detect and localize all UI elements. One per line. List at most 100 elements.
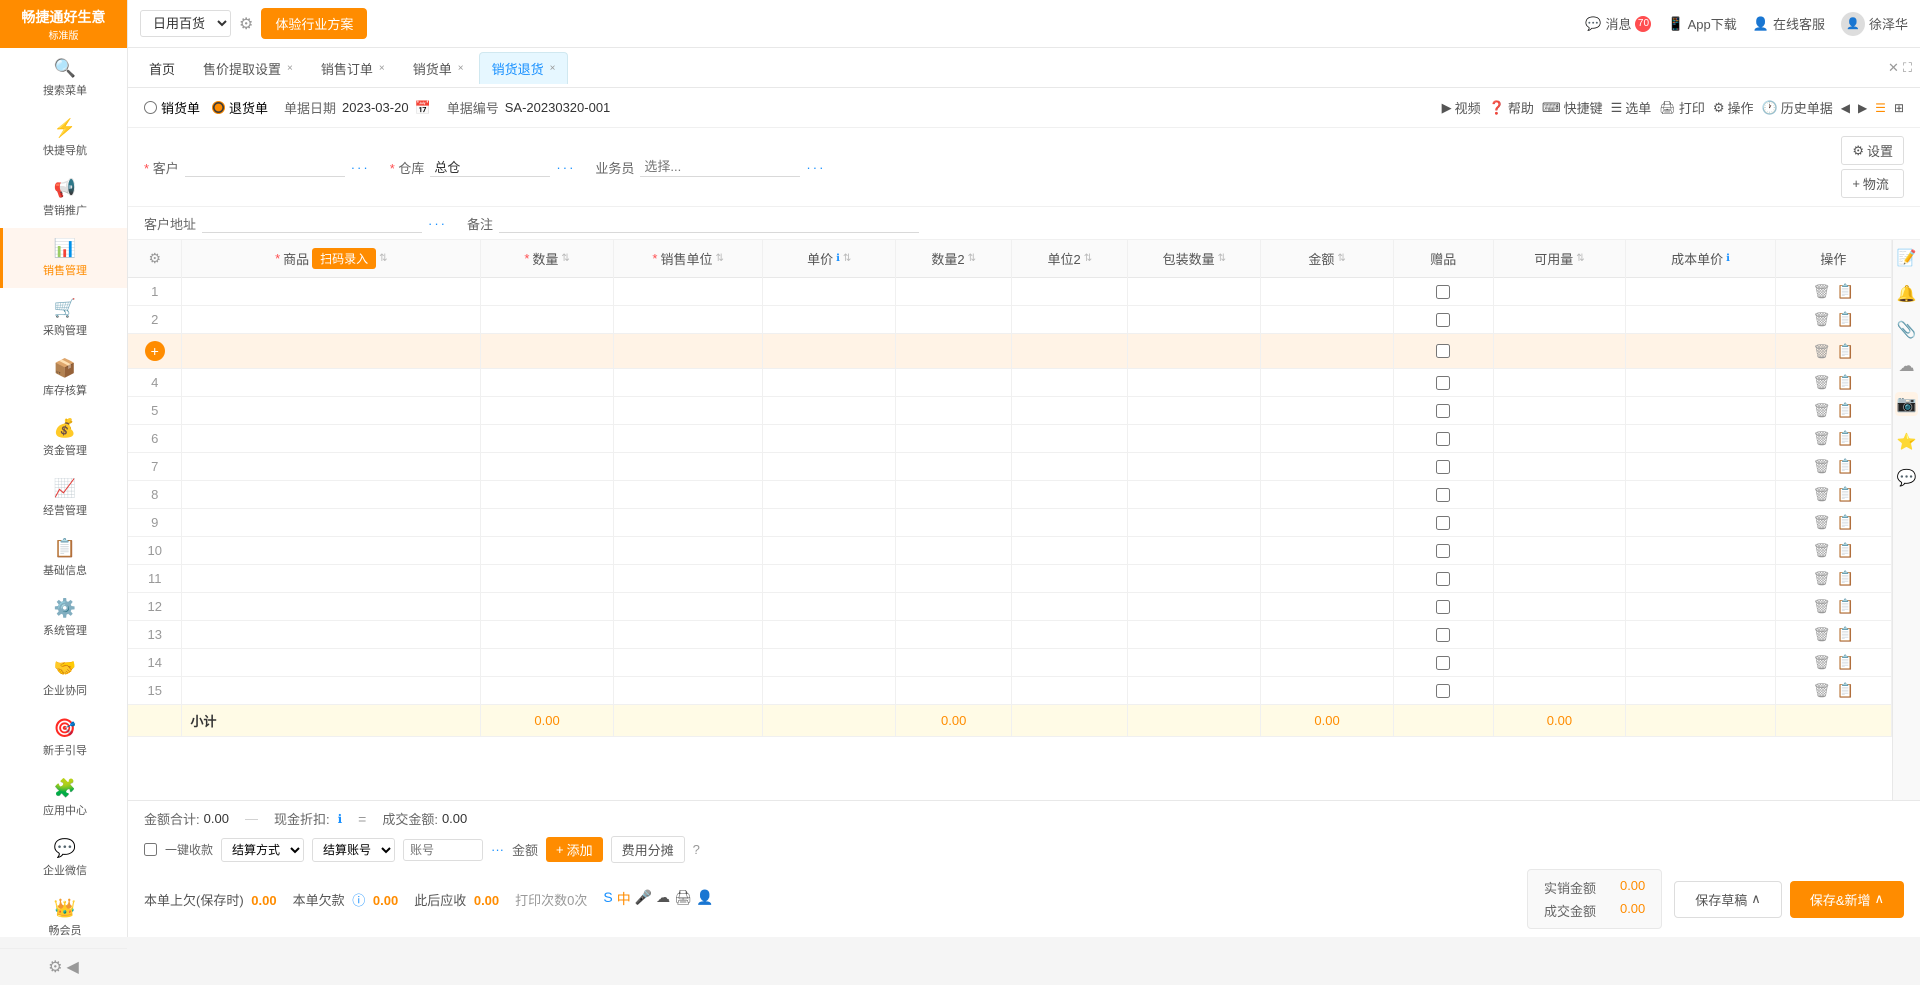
- address-input[interactable]: [202, 213, 422, 233]
- close-tab-sales-bill-icon[interactable]: ×: [458, 63, 464, 74]
- copy-row-icon[interactable]: 📋: [1837, 311, 1854, 328]
- tab-sales-bill[interactable]: 销货单 ×: [400, 52, 477, 84]
- collapse-icon[interactable]: ◀: [67, 957, 79, 977]
- amount-cell[interactable]: [1261, 306, 1394, 334]
- product-cell-active[interactable]: [182, 334, 481, 369]
- delete-row-icon[interactable]: 🗑: [1813, 570, 1831, 587]
- sidebar-item-member[interactable]: 👑 畅会员: [0, 888, 127, 948]
- copy-row-icon[interactable]: 📋: [1837, 598, 1854, 615]
- radio-sale-input[interactable]: [144, 101, 157, 114]
- panel-bell-icon[interactable]: 🔔: [1897, 284, 1917, 304]
- copy-row-icon[interactable]: 📋: [1837, 486, 1854, 503]
- tab-home[interactable]: 首页: [136, 52, 188, 84]
- copy-row-icon[interactable]: 📋: [1837, 402, 1854, 419]
- qty2-cell[interactable]: [896, 334, 1012, 369]
- delete-row-icon[interactable]: 🗑: [1813, 458, 1831, 475]
- col-pkg-sort[interactable]: ⇅: [1218, 253, 1226, 264]
- delete-row-icon[interactable]: 🗑: [1813, 402, 1831, 419]
- qty2-input[interactable]: [902, 284, 1005, 299]
- delete-row-icon[interactable]: 🗑: [1813, 626, 1831, 643]
- experience-button[interactable]: 体验行业方案: [261, 8, 367, 39]
- customer-dots[interactable]: ···: [351, 160, 370, 175]
- copy-row-icon[interactable]: 📋: [1837, 514, 1854, 531]
- delete-row-icon[interactable]: 🗑: [1813, 283, 1831, 300]
- fee-help-icon[interactable]: ?: [693, 842, 700, 857]
- pkg-cell[interactable]: [1128, 334, 1261, 369]
- calendar-icon[interactable]: 📅: [415, 100, 431, 116]
- copy-row-icon[interactable]: 📋: [1837, 654, 1854, 671]
- copy-row-icon[interactable]: 📋: [1837, 343, 1854, 360]
- copy-row-icon[interactable]: 📋: [1837, 374, 1854, 391]
- tab-sales-order[interactable]: 销售订单 ×: [308, 52, 398, 84]
- topbar-settings-icon[interactable]: ⚙: [239, 14, 253, 34]
- gift-checkbox[interactable]: [1436, 488, 1450, 502]
- tab-price-settings[interactable]: 售价提取设置 ×: [190, 52, 306, 84]
- gift-checkbox[interactable]: [1436, 544, 1450, 558]
- salesperson-dots[interactable]: ···: [806, 160, 825, 175]
- sidebar-item-collab[interactable]: 🤝 企业协同: [0, 648, 127, 708]
- sidebar-item-sales[interactable]: 📊 销售管理: [0, 228, 127, 288]
- available-input[interactable]: [1500, 284, 1620, 299]
- quantity-cell[interactable]: [481, 334, 614, 369]
- settings-bottom-icon[interactable]: ⚙: [48, 957, 62, 977]
- amount-cell[interactable]: [1261, 334, 1394, 369]
- copy-row-icon[interactable]: 📋: [1837, 283, 1854, 300]
- account-select[interactable]: 结算账号: [312, 838, 395, 862]
- unit-cell[interactable]: [613, 278, 762, 306]
- quantity-cell[interactable]: [481, 278, 614, 306]
- close-all-icon[interactable]: ✕: [1888, 60, 1899, 76]
- gift-checkbox[interactable]: [1436, 285, 1450, 299]
- copy-row-icon[interactable]: 📋: [1837, 570, 1854, 587]
- toolbar-print[interactable]: 🖨 打印: [1659, 98, 1705, 117]
- quantity-input[interactable]: [487, 284, 607, 299]
- col-qty2-sort[interactable]: ⇅: [968, 253, 976, 264]
- gift-checkbox[interactable]: [1436, 516, 1450, 530]
- app-download-item[interactable]: 📱 App下载: [1667, 14, 1736, 33]
- radio-return[interactable]: 退货单: [212, 98, 268, 117]
- delete-row-icon[interactable]: 🗑: [1813, 542, 1831, 559]
- delete-row-icon[interactable]: 🗑: [1813, 598, 1831, 615]
- toolbar-prev[interactable]: ◀: [1841, 101, 1850, 115]
- discount-info-icon[interactable]: ℹ: [338, 812, 343, 826]
- panel-note-icon[interactable]: 📝: [1897, 248, 1917, 268]
- product-input-active[interactable]: [188, 344, 474, 359]
- settings-button[interactable]: ⚙ 设置: [1841, 136, 1904, 165]
- bottom-icon-1[interactable]: S: [603, 889, 612, 909]
- unit-cell[interactable]: [613, 306, 762, 334]
- gift-checkbox[interactable]: [1436, 600, 1450, 614]
- tab-sales-return[interactable]: 销货退货 ×: [479, 52, 569, 84]
- delete-row-icon[interactable]: 🗑: [1813, 311, 1831, 328]
- delete-row-icon[interactable]: 🗑: [1813, 682, 1831, 699]
- remark-input[interactable]: [499, 213, 919, 233]
- cost-cell[interactable]: [1626, 306, 1775, 334]
- bottom-icon-2[interactable]: 中: [617, 889, 631, 909]
- panel-star-icon[interactable]: ⭐: [1897, 432, 1917, 452]
- save-new-button[interactable]: 保存&新增 ∧: [1790, 881, 1904, 918]
- gift-checkbox[interactable]: [1436, 684, 1450, 698]
- toolbar-next[interactable]: ▶: [1858, 101, 1867, 115]
- unit2-cell[interactable]: [1012, 334, 1128, 369]
- col-amount-sort[interactable]: ⇅: [1337, 253, 1345, 264]
- toolbar-shortcut[interactable]: ⌨ 快捷键: [1542, 98, 1603, 117]
- unit2-input[interactable]: [1018, 284, 1121, 299]
- account-input[interactable]: [403, 839, 483, 861]
- delete-row-icon[interactable]: 🗑: [1813, 486, 1831, 503]
- toolbar-list-view[interactable]: ☰: [1875, 101, 1886, 115]
- warehouse-dots[interactable]: ···: [556, 160, 575, 175]
- gift-checkbox[interactable]: [1436, 628, 1450, 642]
- available-cell[interactable]: [1493, 306, 1626, 334]
- price-cell[interactable]: [763, 334, 896, 369]
- cost-cell[interactable]: [1626, 278, 1775, 306]
- delete-row-icon[interactable]: 🗑: [1813, 343, 1831, 360]
- col-quantity-sort[interactable]: ⇅: [561, 253, 569, 264]
- panel-cloud-icon[interactable]: ☁: [1899, 356, 1915, 376]
- bottom-icon-5[interactable]: 🖨: [674, 889, 692, 909]
- col-unit2-sort[interactable]: ⇅: [1084, 253, 1092, 264]
- industry-select[interactable]: 日用百货: [140, 10, 231, 37]
- pkg-input[interactable]: [1134, 284, 1254, 299]
- gift-checkbox[interactable]: [1436, 572, 1450, 586]
- sidebar-item-marketing[interactable]: 📢 营销推广: [0, 168, 127, 228]
- bottom-icon-3[interactable]: 🎤: [635, 889, 652, 909]
- gift-checkbox[interactable]: [1436, 656, 1450, 670]
- toolbar-help[interactable]: ❓ 帮助: [1489, 98, 1534, 117]
